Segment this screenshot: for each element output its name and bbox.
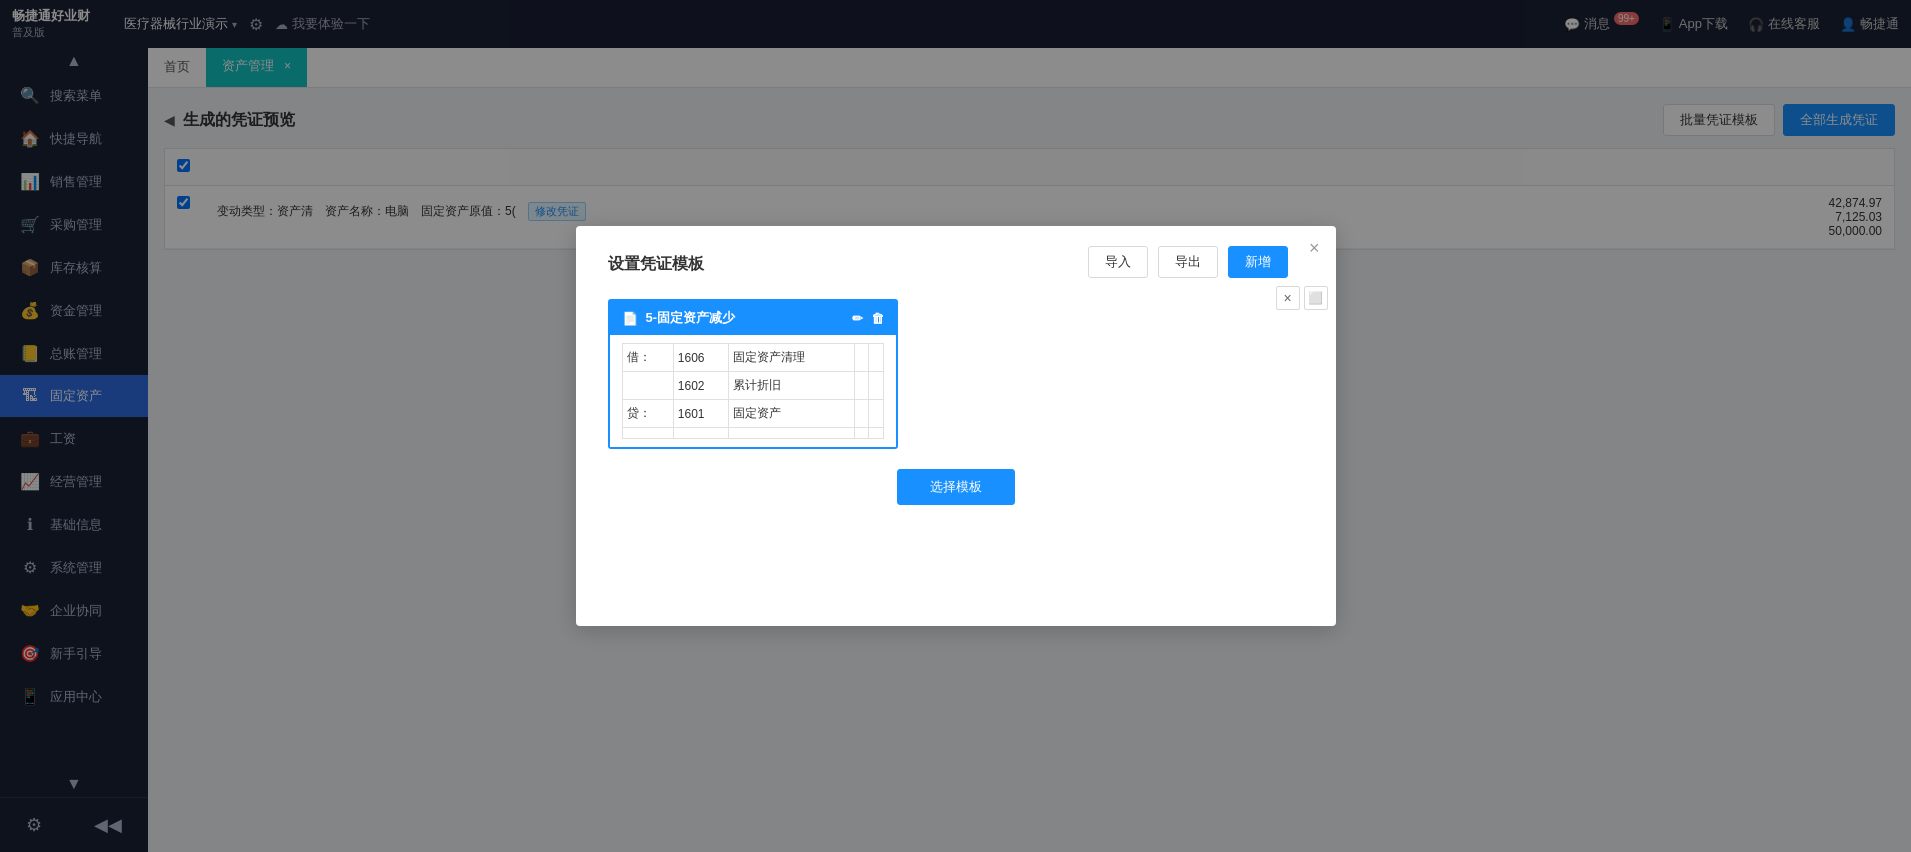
window-resize-button[interactable]: ⬜ bbox=[1304, 286, 1328, 310]
modal-toolbar: 导入 导出 新增 bbox=[1088, 246, 1288, 278]
window-close-button[interactable]: × bbox=[1276, 286, 1300, 310]
template-entry-row-empty bbox=[622, 428, 883, 439]
import-button[interactable]: 导入 bbox=[1088, 246, 1148, 278]
template-card: 📄 5-固定资产减少 ✏ 🗑 借： 1606 bbox=[608, 299, 898, 449]
template-doc-icon: 📄 bbox=[622, 311, 638, 326]
template-card-body: 借： 1606 固定资产清理 1602 累计折旧 bbox=[610, 335, 896, 447]
choose-template-wrapper: 选择模板 bbox=[608, 469, 1304, 505]
template-card-header: 📄 5-固定资产减少 ✏ 🗑 bbox=[610, 301, 896, 335]
modal-body: 📄 5-固定资产减少 ✏ 🗑 借： 1606 bbox=[608, 299, 1304, 594]
template-entry-row: 借： 1606 固定资产清理 bbox=[622, 344, 883, 372]
modal-close-button[interactable]: × bbox=[1309, 238, 1320, 259]
modal-dialog: × ⬜ 设置凭证模板 导入 导出 新增 × 📄 5-固定资产减少 ✏ bbox=[576, 226, 1336, 626]
template-name: 5-固定资产减少 bbox=[646, 309, 736, 327]
choose-template-button[interactable]: 选择模板 bbox=[897, 469, 1015, 505]
template-delete-icon[interactable]: 🗑 bbox=[871, 311, 884, 326]
window-controls: × ⬜ bbox=[1276, 286, 1328, 310]
modal-overlay[interactable]: × ⬜ 设置凭证模板 导入 导出 新增 × 📄 5-固定资产减少 ✏ bbox=[0, 0, 1911, 852]
template-entry-row: 1602 累计折旧 bbox=[622, 372, 883, 400]
template-edit-icon[interactable]: ✏ bbox=[852, 311, 863, 326]
template-entry-row: 贷： 1601 固定资产 bbox=[622, 400, 883, 428]
new-button[interactable]: 新增 bbox=[1228, 246, 1288, 278]
export-button[interactable]: 导出 bbox=[1158, 246, 1218, 278]
